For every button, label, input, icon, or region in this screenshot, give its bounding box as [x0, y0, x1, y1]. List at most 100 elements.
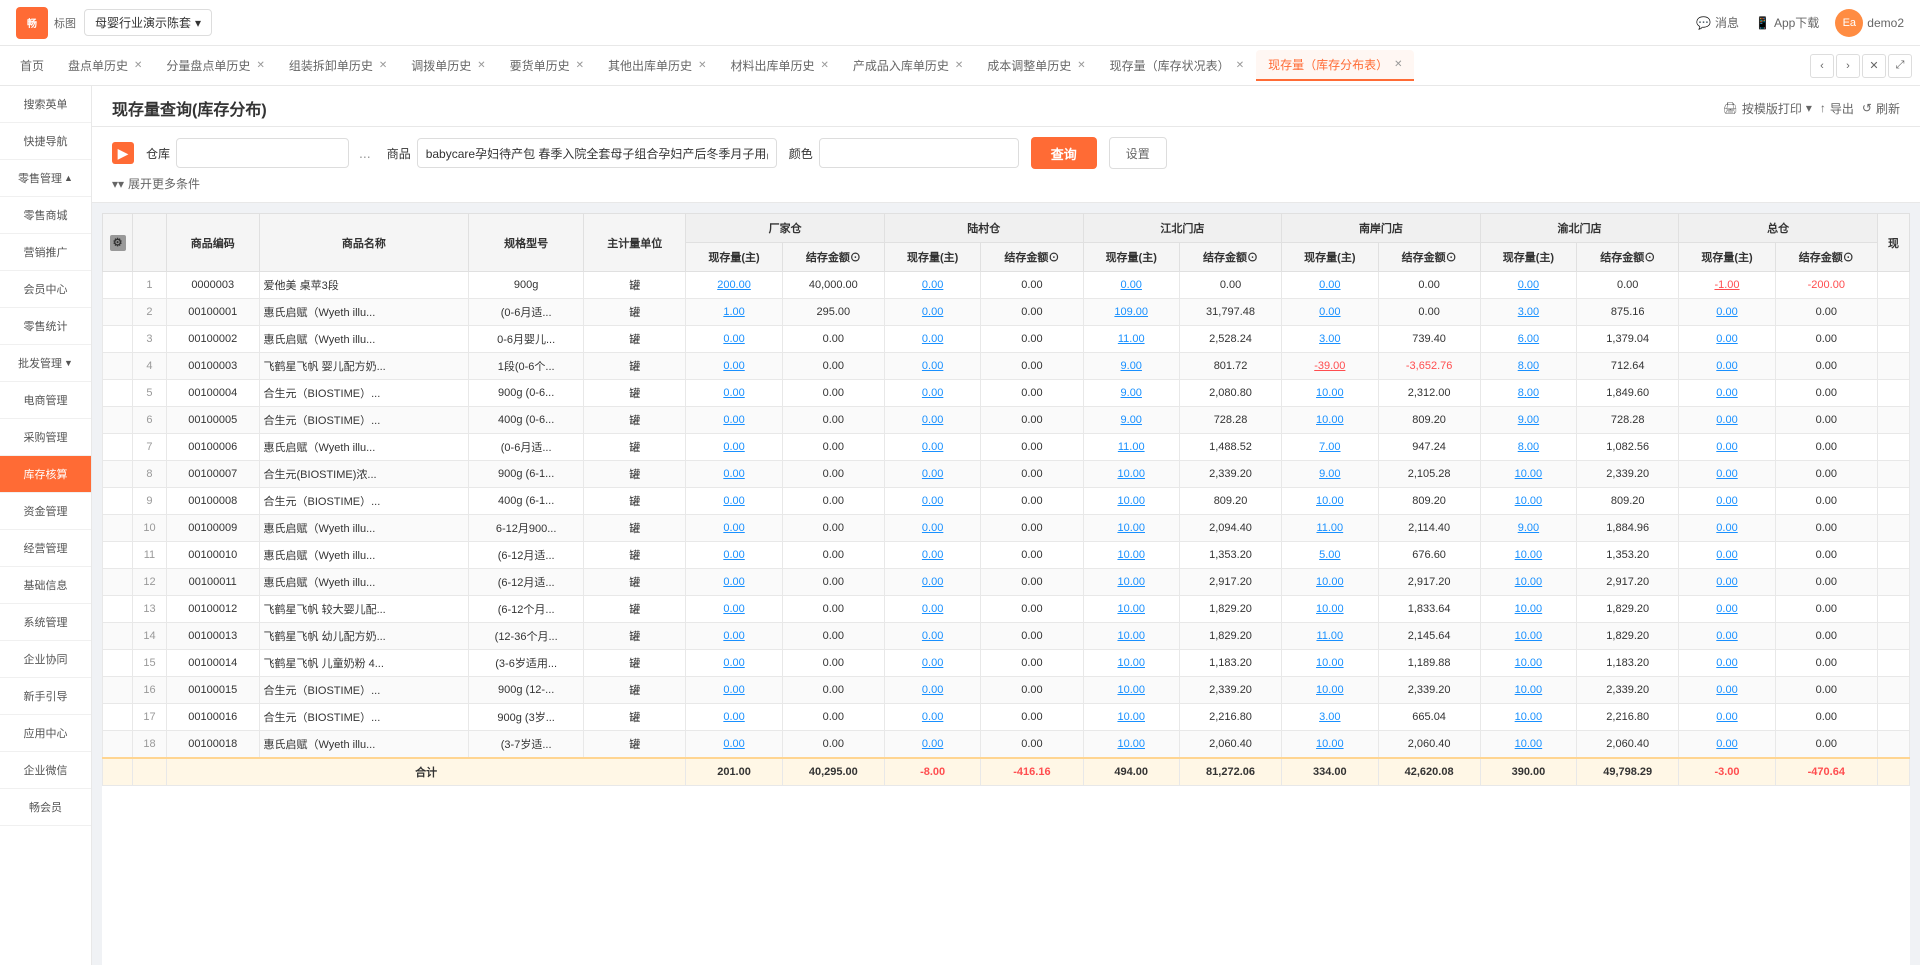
org-selector[interactable]: 母婴行业演示陈套 ▾: [84, 9, 212, 36]
sidebar-item-app-center[interactable]: 应用中心: [0, 715, 91, 752]
tab-transfer[interactable]: 调拨单历史 ✕: [399, 51, 497, 80]
warehouse-input[interactable]: [176, 138, 349, 168]
row-changjiacao-qty[interactable]: 0.00: [686, 407, 782, 434]
row-nanan-qty[interactable]: 10.00: [1282, 677, 1378, 704]
row-yubei-qty[interactable]: 10.00: [1480, 461, 1576, 488]
tab-stock-status[interactable]: 现存量（库存状况表） ✕: [1098, 51, 1256, 80]
sidebar-item-ecommerce[interactable]: 电商管理: [0, 382, 91, 419]
row-changjiacao-qty[interactable]: 0.00: [686, 569, 782, 596]
row-nanan-qty[interactable]: 10.00: [1282, 407, 1378, 434]
tab-partial-count[interactable]: 分量盘点单历史 ✕: [154, 51, 276, 80]
row-yubei-qty[interactable]: 10.00: [1480, 704, 1576, 731]
tab-assembly[interactable]: 组装拆卸单历史 ✕: [277, 51, 399, 80]
app-download-button[interactable]: 📱 App下载: [1755, 14, 1819, 31]
row-yubei-qty[interactable]: 9.00: [1480, 515, 1576, 542]
user-menu[interactable]: Ea demo2: [1835, 9, 1904, 37]
row-jiangbei-qty[interactable]: 10.00: [1083, 569, 1179, 596]
row-lucun-qty[interactable]: 0.00: [884, 515, 980, 542]
row-nanan-qty[interactable]: 10.00: [1282, 380, 1378, 407]
row-jiangbei-qty[interactable]: 10.00: [1083, 461, 1179, 488]
filter-collapse-button[interactable]: ▶: [112, 142, 134, 164]
row-total-qty[interactable]: -1.00: [1679, 272, 1775, 299]
sidebar-item-system[interactable]: 系统管理: [0, 604, 91, 641]
row-yubei-qty[interactable]: 0.00: [1480, 272, 1576, 299]
row-changjiacao-qty[interactable]: 0.00: [686, 515, 782, 542]
close-icon[interactable]: ✕: [1077, 60, 1085, 71]
row-yubei-qty[interactable]: 10.00: [1480, 731, 1576, 759]
row-nanan-qty[interactable]: 7.00: [1282, 434, 1378, 461]
row-jiangbei-qty[interactable]: 9.00: [1083, 407, 1179, 434]
print-button[interactable]: 🖨 按模版打印 ▾: [1723, 100, 1812, 117]
nav-next-button[interactable]: ›: [1836, 54, 1860, 78]
close-icon[interactable]: ✕: [1394, 59, 1402, 70]
row-lucun-qty[interactable]: 0.00: [884, 299, 980, 326]
row-yubei-qty[interactable]: 6.00: [1480, 326, 1576, 353]
row-yubei-qty[interactable]: 10.00: [1480, 623, 1576, 650]
row-jiangbei-qty[interactable]: 10.00: [1083, 731, 1179, 759]
message-button[interactable]: 💬 消息: [1696, 14, 1739, 31]
row-jiangbei-qty[interactable]: 9.00: [1083, 353, 1179, 380]
sidebar-item-members[interactable]: 会员中心: [0, 271, 91, 308]
tab-cost-adjust[interactable]: 成本调整单历史 ✕: [975, 51, 1097, 80]
tab-other-out[interactable]: 其他出库单历史 ✕: [596, 51, 718, 80]
row-nanan-qty[interactable]: 10.00: [1282, 569, 1378, 596]
th-setting[interactable]: ⚙: [103, 214, 133, 272]
row-yubei-qty[interactable]: 10.00: [1480, 677, 1576, 704]
sidebar-item-guide[interactable]: 新手引导: [0, 678, 91, 715]
sidebar-item-enterprise[interactable]: 企业协同: [0, 641, 91, 678]
row-changjiacao-qty[interactable]: 0.00: [686, 704, 782, 731]
row-yubei-qty[interactable]: 10.00: [1480, 650, 1576, 677]
tab-stock-distribution[interactable]: 现存量（库存分布表） ✕: [1256, 50, 1414, 81]
close-icon[interactable]: ✕: [1236, 60, 1244, 71]
nav-close-button[interactable]: ✕: [1862, 54, 1886, 78]
row-lucun-qty[interactable]: 0.00: [884, 353, 980, 380]
row-jiangbei-qty[interactable]: 109.00: [1083, 299, 1179, 326]
row-changjiacao-qty[interactable]: 0.00: [686, 542, 782, 569]
close-icon[interactable]: ✕: [379, 60, 387, 71]
row-yubei-qty[interactable]: 10.00: [1480, 569, 1576, 596]
row-yubei-qty[interactable]: 10.00: [1480, 596, 1576, 623]
row-nanan-qty[interactable]: 10.00: [1282, 731, 1378, 759]
refresh-button[interactable]: ↺ 刷新: [1862, 100, 1900, 117]
row-total-qty[interactable]: 0.00: [1679, 542, 1775, 569]
row-total-qty[interactable]: 0.00: [1679, 326, 1775, 353]
row-total-qty[interactable]: 0.00: [1679, 353, 1775, 380]
row-changjiacao-qty[interactable]: 0.00: [686, 677, 782, 704]
row-total-qty[interactable]: 0.00: [1679, 488, 1775, 515]
row-changjiacao-qty[interactable]: 0.00: [686, 596, 782, 623]
row-yubei-qty[interactable]: 9.00: [1480, 407, 1576, 434]
nav-expand-button[interactable]: ⤢: [1888, 54, 1912, 78]
row-total-qty[interactable]: 0.00: [1679, 623, 1775, 650]
row-lucun-qty[interactable]: 0.00: [884, 677, 980, 704]
row-changjiacao-qty[interactable]: 0.00: [686, 731, 782, 759]
row-lucun-qty[interactable]: 0.00: [884, 488, 980, 515]
row-jiangbei-qty[interactable]: 11.00: [1083, 434, 1179, 461]
row-nanan-qty[interactable]: -39.00: [1282, 353, 1378, 380]
sidebar-item-finance[interactable]: 资金管理: [0, 493, 91, 530]
row-nanan-qty[interactable]: 3.00: [1282, 326, 1378, 353]
row-lucun-qty[interactable]: 0.00: [884, 272, 980, 299]
sidebar-item-retail-shop[interactable]: 零售商城: [0, 197, 91, 234]
sidebar-item-inventory[interactable]: 库存核算: [0, 456, 91, 493]
row-lucun-qty[interactable]: 0.00: [884, 704, 980, 731]
close-icon[interactable]: ✕: [820, 60, 828, 71]
row-lucun-qty[interactable]: 0.00: [884, 407, 980, 434]
row-jiangbei-qty[interactable]: 10.00: [1083, 623, 1179, 650]
row-changjiacao-qty[interactable]: 0.00: [686, 326, 782, 353]
row-jiangbei-qty[interactable]: 10.00: [1083, 596, 1179, 623]
row-jiangbei-qty[interactable]: 0.00: [1083, 272, 1179, 299]
row-changjiacao-qty[interactable]: 0.00: [686, 461, 782, 488]
row-yubei-qty[interactable]: 3.00: [1480, 299, 1576, 326]
close-icon[interactable]: ✕: [698, 60, 706, 71]
color-input[interactable]: [819, 138, 1019, 168]
sidebar-item-marketing[interactable]: 营销推广: [0, 234, 91, 271]
row-lucun-qty[interactable]: 0.00: [884, 326, 980, 353]
row-lucun-qty[interactable]: 0.00: [884, 542, 980, 569]
row-changjiacao-qty[interactable]: 0.00: [686, 380, 782, 407]
tab-material-out[interactable]: 材料出库单历史 ✕: [718, 51, 840, 80]
row-jiangbei-qty[interactable]: 10.00: [1083, 515, 1179, 542]
row-total-qty[interactable]: 0.00: [1679, 704, 1775, 731]
close-icon[interactable]: ✕: [955, 60, 963, 71]
close-icon[interactable]: ✕: [256, 60, 264, 71]
row-lucun-qty[interactable]: 0.00: [884, 434, 980, 461]
